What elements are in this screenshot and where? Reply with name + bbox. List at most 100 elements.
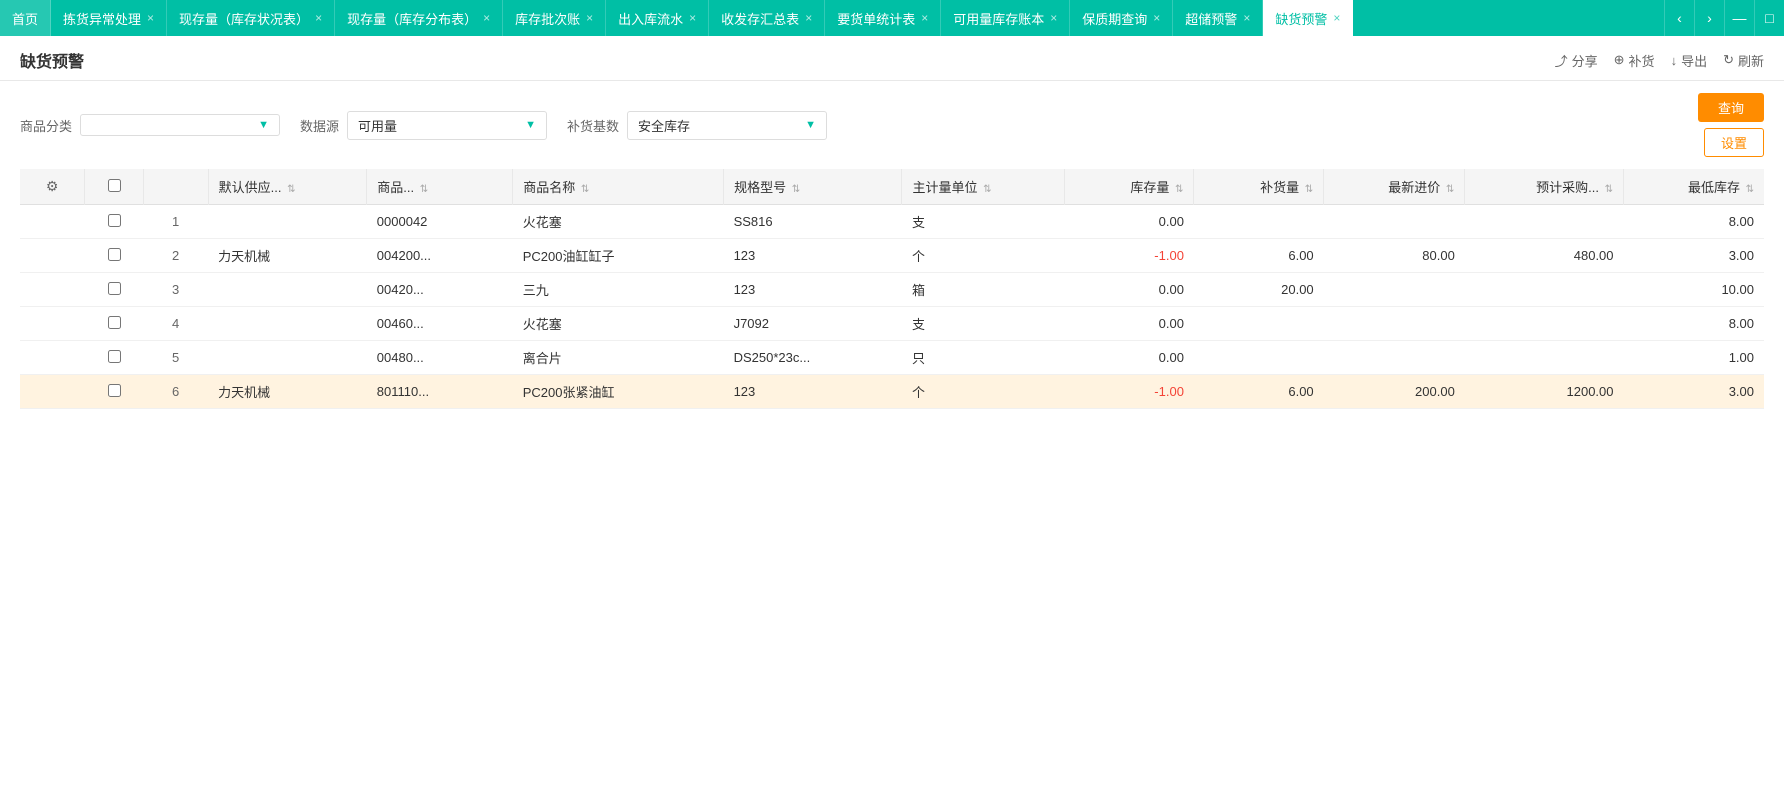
sort-icon: ⇅ — [287, 184, 295, 195]
row-checkbox[interactable] — [108, 282, 121, 295]
chevron-down-icon: ▼ — [258, 119, 269, 131]
col-replenish-header[interactable]: 补货量 ⇅ — [1194, 169, 1324, 205]
table-row: 2 力天机械 004200... PC200油缸缸子 123 个 -1.00 6… — [20, 239, 1764, 273]
tab-inventory-status[interactable]: 现存量（库存状况表） × — [167, 0, 335, 36]
sort-icon: ⇅ — [581, 184, 589, 195]
col-price-header[interactable]: 最新进价 ⇅ — [1324, 169, 1465, 205]
maximize-button[interactable]: □ — [1754, 0, 1784, 36]
row-spec: 123 — [724, 239, 902, 273]
close-icon[interactable]: × — [1050, 11, 1057, 25]
row-min-stock: 3.00 — [1624, 239, 1764, 273]
export-icon: ↓ — [1671, 53, 1678, 68]
close-icon[interactable]: × — [1153, 11, 1160, 25]
tab-home[interactable]: 首页 — [0, 0, 51, 36]
col-name-header[interactable]: 商品名称 ⇅ — [513, 169, 724, 205]
col-num-header — [143, 169, 208, 205]
row-gear — [20, 341, 85, 375]
tab-inventory-dist[interactable]: 现存量（库存分布表） × — [335, 0, 503, 36]
row-check — [85, 307, 143, 341]
col-minstock-header[interactable]: 最低库存 ⇅ — [1624, 169, 1764, 205]
replenish-button[interactable]: ⊕ 补货 — [1614, 51, 1655, 70]
close-icon[interactable]: × — [1243, 11, 1250, 25]
close-icon[interactable]: × — [147, 11, 154, 25]
sort-icon: ⇅ — [792, 184, 800, 195]
row-name: 火花塞 — [513, 307, 724, 341]
row-unit: 箱 — [902, 273, 1064, 307]
row-name: 离合片 — [513, 341, 724, 375]
replenish-icon: ⊕ — [1614, 52, 1625, 68]
row-num: 1 — [143, 205, 208, 239]
tab-inout-flow[interactable]: 出入库流水 × — [606, 0, 709, 36]
row-num: 2 — [143, 239, 208, 273]
top-navigation: 首页 拣货异常处理 × 现存量（库存状况表） × 现存量（库存分布表） × 库存… — [0, 0, 1784, 36]
chevron-down-icon: ▼ — [525, 119, 536, 131]
row-unit: 支 — [902, 205, 1064, 239]
nav-next-button[interactable]: › — [1694, 0, 1724, 36]
minimize-button[interactable]: — — [1724, 0, 1754, 36]
row-checkbox[interactable] — [108, 316, 121, 329]
col-supplier-header[interactable]: 默认供应... ⇅ — [208, 169, 367, 205]
category-select[interactable]: ▼ — [80, 114, 280, 136]
row-supplier — [208, 205, 367, 239]
close-icon[interactable]: × — [921, 11, 928, 25]
export-button[interactable]: ↓ 导出 — [1671, 51, 1708, 70]
row-supplier — [208, 341, 367, 375]
col-stock-header[interactable]: 库存量 ⇅ — [1064, 169, 1194, 205]
tab-pick-exception[interactable]: 拣货异常处理 × — [51, 0, 167, 36]
row-min-stock: 10.00 — [1624, 273, 1764, 307]
row-estimate: 1200.00 — [1465, 375, 1624, 409]
settings-button[interactable]: 设置 — [1704, 128, 1764, 157]
row-estimate — [1465, 273, 1624, 307]
row-estimate — [1465, 205, 1624, 239]
tab-receive-summary[interactable]: 收发存汇总表 × — [709, 0, 825, 36]
tab-batch-account[interactable]: 库存批次账 × — [503, 0, 606, 36]
row-replenish-qty: 6.00 — [1194, 239, 1324, 273]
tab-shortage-warning[interactable]: 缺货预警 × — [1263, 0, 1353, 36]
tab-overstock-warning[interactable]: 超储预警 × — [1173, 0, 1263, 36]
tab-available-ledger[interactable]: 可用量库存账本 × — [941, 0, 1070, 36]
row-unit: 支 — [902, 307, 1064, 341]
row-sku: 00420... — [367, 273, 513, 307]
row-spec: 123 — [724, 375, 902, 409]
sort-icon: ⇅ — [983, 184, 991, 195]
row-supplier — [208, 273, 367, 307]
filter-actions: 查询 设置 — [1698, 93, 1764, 157]
main-content: 缺货预警 ⤴ 分享 ⊕ 补货 ↓ 导出 ↻ 刷新 商品分类 — [0, 36, 1784, 796]
close-icon[interactable]: × — [689, 11, 696, 25]
row-latest-price: 200.00 — [1324, 375, 1465, 409]
row-spec: J7092 — [724, 307, 902, 341]
table-row: 6 力天机械 801110... PC200张紧油缸 123 个 -1.00 6… — [20, 375, 1764, 409]
nav-prev-button[interactable]: ‹ — [1664, 0, 1694, 36]
row-checkbox[interactable] — [108, 248, 121, 261]
row-supplier: 力天机械 — [208, 239, 367, 273]
row-gear — [20, 307, 85, 341]
gear-icon[interactable]: ⚙ — [46, 178, 59, 194]
row-checkbox[interactable] — [108, 384, 121, 397]
select-all-checkbox[interactable] — [108, 179, 121, 192]
share-button[interactable]: ⤴ 分享 — [1555, 51, 1598, 70]
close-icon[interactable]: × — [315, 11, 322, 25]
row-checkbox[interactable] — [108, 350, 121, 363]
replenish-base-select[interactable]: 安全库存 ▼ — [627, 111, 827, 140]
query-button[interactable]: 查询 — [1698, 93, 1764, 122]
row-check — [85, 273, 143, 307]
refresh-button[interactable]: ↻ 刷新 — [1723, 51, 1764, 70]
row-sku: 801110... — [367, 375, 513, 409]
datasource-select[interactable]: 可用量 ▼ — [347, 111, 547, 140]
col-estimate-header[interactable]: 预计采购... ⇅ — [1465, 169, 1624, 205]
row-check — [85, 205, 143, 239]
close-icon[interactable]: × — [483, 11, 490, 25]
row-min-stock: 8.00 — [1624, 205, 1764, 239]
row-sku: 00480... — [367, 341, 513, 375]
col-spec-header[interactable]: 规格型号 ⇅ — [724, 169, 902, 205]
col-sku-header[interactable]: 商品... ⇅ — [367, 169, 513, 205]
col-unit-header[interactable]: 主计量单位 ⇅ — [902, 169, 1064, 205]
category-filter-group: 商品分类 ▼ — [20, 114, 280, 136]
close-icon[interactable]: × — [805, 11, 812, 25]
tab-expiry-query[interactable]: 保质期查询 × — [1070, 0, 1173, 36]
close-icon[interactable]: × — [586, 11, 593, 25]
datasource-select-value: 可用量 — [358, 116, 397, 135]
tab-requisition-stats[interactable]: 要货单统计表 × — [825, 0, 941, 36]
close-icon[interactable]: × — [1333, 11, 1340, 25]
row-checkbox[interactable] — [108, 214, 121, 227]
